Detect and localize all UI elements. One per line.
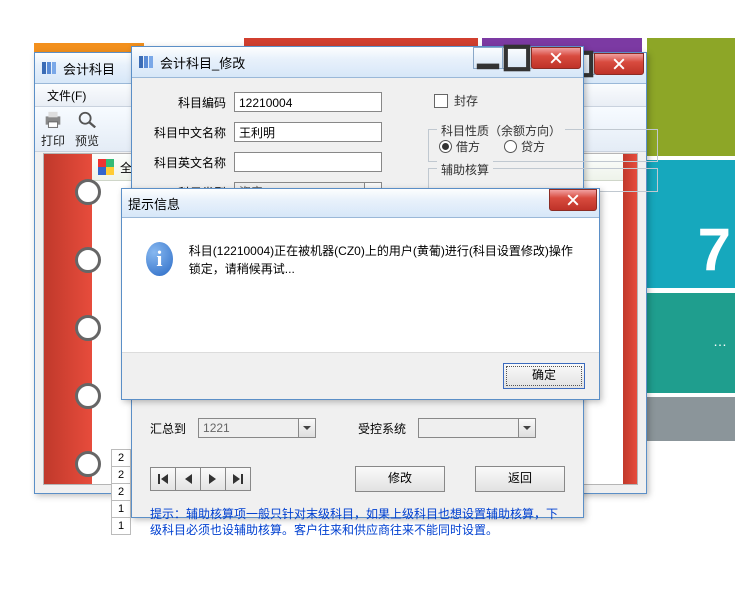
page-tab[interactable]: 2 [111, 484, 131, 501]
nav-next[interactable] [200, 467, 226, 491]
name-en-label: 科目英文名称 [150, 154, 234, 171]
window-buttons [550, 189, 597, 211]
page-tab[interactable]: 1 [111, 501, 131, 518]
radio-debit[interactable]: 借方 [439, 138, 480, 155]
info-icon: i [146, 242, 173, 276]
minimize-button[interactable] [473, 47, 503, 69]
back-button[interactable]: 返回 [475, 466, 565, 492]
title-edit: 会计科目_修改 [160, 53, 245, 72]
ring-icon [75, 247, 101, 273]
radio-credit[interactable]: 贷方 [504, 138, 545, 155]
ring-icon [75, 315, 101, 341]
msgbox-title: 提示信息 [126, 194, 180, 213]
page-tab[interactable]: 2 [111, 467, 131, 484]
hint-text: 提示：辅助核算项一般只针对末级科目，如果上级科目也想设置辅助核算，下级科目必须也… [150, 506, 565, 538]
sum-to-select[interactable]: 1221 [198, 418, 316, 438]
binder-spine-right [623, 154, 637, 484]
name-cn-input[interactable]: 王利明 [234, 122, 382, 142]
checkbox-icon [434, 94, 448, 108]
title-accounts: 会计科目 [63, 59, 115, 78]
ring-icon [75, 179, 101, 205]
tile-olive [647, 38, 735, 156]
tile-gray2 [647, 397, 735, 441]
preview-icon [76, 110, 98, 130]
msgbox-body: i 科目(12210004)正在被机器(CZ0)上的用户(黄葡)进行(科目设置修… [122, 218, 599, 352]
tile-teal: … [647, 293, 735, 393]
msgbox-text: 科目(12210004)正在被机器(CZ0)上的用户(黄葡)进行(科目设置修改)… [189, 242, 575, 278]
dialog-info: 提示信息 i 科目(12210004)正在被机器(CZ0)上的用户(黄葡)进行(… [121, 188, 600, 400]
dropdown-icon [298, 419, 315, 437]
nature-legend: 科目性质（余额方向） [437, 122, 565, 139]
name-en-input[interactable] [234, 152, 382, 172]
sum-to-label: 汇总到 [150, 420, 186, 437]
bottom-selects: 汇总到 1221 受控系统 [150, 418, 565, 438]
titlebar-edit[interactable]: 会计科目_修改 [132, 47, 583, 78]
app-icon [138, 54, 154, 70]
radio-off-icon [504, 140, 517, 153]
tile-cyan-big: 7 [647, 160, 735, 288]
close-button[interactable] [549, 189, 597, 211]
ring-icon [75, 451, 101, 477]
ctrl-sys-select[interactable] [418, 418, 536, 438]
page-tab[interactable]: 2 [111, 449, 131, 467]
nav-prev[interactable] [175, 467, 201, 491]
page-tab[interactable]: 1 [111, 518, 131, 535]
maximize-button[interactable] [502, 47, 532, 69]
nav-first[interactable] [150, 467, 176, 491]
nav-last[interactable] [225, 467, 251, 491]
ok-button[interactable]: 确定 [503, 363, 585, 389]
toolbar-print[interactable]: 打印 [41, 110, 65, 149]
header-icon [98, 159, 114, 175]
close-button[interactable] [594, 53, 644, 75]
print-icon [42, 110, 64, 130]
code-label: 科目编码 [150, 94, 234, 111]
modify-button[interactable]: 修改 [355, 466, 445, 492]
window-buttons [474, 47, 581, 69]
radio-on-icon [439, 140, 452, 153]
menu-file[interactable]: 文件(F) [41, 85, 92, 106]
app-icon [41, 60, 57, 76]
name-cn-label: 科目中文名称 [150, 124, 234, 141]
dropdown-icon [518, 419, 535, 437]
sealed-checkbox[interactable]: 封存 [434, 92, 658, 109]
record-nav [150, 467, 251, 491]
form-right-col: 封存 科目性质（余额方向） 借方 贷方 辅助核算 [428, 92, 658, 198]
msgbox-footer: 确定 [122, 352, 599, 399]
toolbar-preview[interactable]: 预览 [75, 110, 99, 149]
aux-legend: 辅助核算 [437, 161, 493, 178]
nature-group: 科目性质（余额方向） 借方 贷方 [428, 129, 658, 162]
close-button[interactable] [531, 47, 581, 69]
binder-rings [99, 179, 101, 477]
titlebar-msgbox[interactable]: 提示信息 [122, 189, 599, 218]
ring-icon [75, 383, 101, 409]
code-input[interactable]: 12210004 [234, 92, 382, 112]
ctrl-sys-label: 受控系统 [358, 420, 406, 437]
page-tabs: 2 2 2 1 1 [111, 449, 131, 535]
